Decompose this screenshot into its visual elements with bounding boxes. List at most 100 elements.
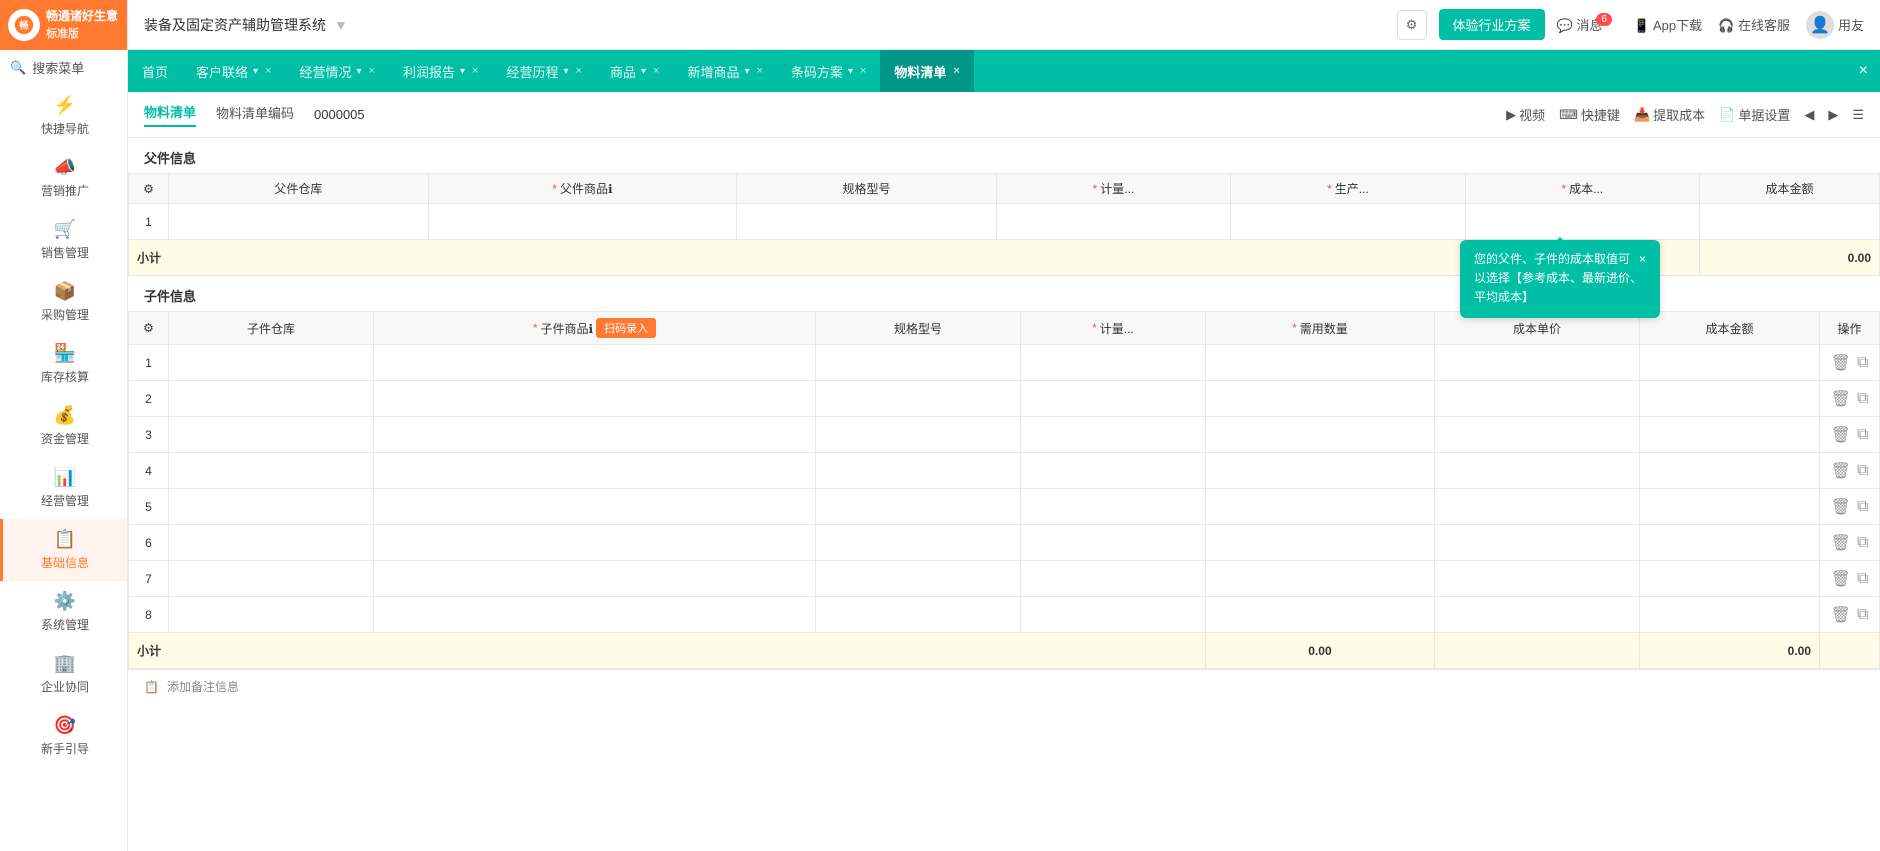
search-menu[interactable]: 🔍 搜索菜单: [0, 50, 127, 85]
child-cell-warehouse[interactable]: [169, 417, 374, 453]
child-cell-cost-amount[interactable]: [1640, 561, 1820, 597]
child-cell-cost-amount[interactable]: [1640, 597, 1820, 633]
delete-icon[interactable]: 🗑: [1831, 425, 1851, 445]
parent-cell-cost-amount[interactable]: [1700, 204, 1880, 240]
child-cell-product[interactable]: [373, 381, 815, 417]
child-cell-warehouse[interactable]: [169, 597, 374, 633]
child-cell-warehouse[interactable]: [169, 345, 374, 381]
child-cell-spec[interactable]: [815, 381, 1020, 417]
sidebar-item-purchase[interactable]: 📦 采购管理: [0, 271, 127, 333]
child-cell-unit[interactable]: [1020, 561, 1205, 597]
tab-close-icon[interactable]: ×: [472, 65, 478, 77]
child-cell-unit-cost[interactable]: [1435, 525, 1640, 561]
tab-close-icon[interactable]: ×: [860, 65, 866, 77]
gear-button[interactable]: ⚙: [1397, 10, 1427, 40]
child-cell-qty[interactable]: [1205, 345, 1434, 381]
child-cell-unit[interactable]: [1020, 525, 1205, 561]
single-settings-btn[interactable]: 📄 单据设置: [1719, 105, 1790, 124]
delete-icon[interactable]: 🗑: [1831, 605, 1851, 625]
sidebar-item-finance[interactable]: 💰 资金管理: [0, 395, 127, 457]
copy-icon[interactable]: ⧉: [1857, 498, 1868, 516]
tab-history[interactable]: 经营历程 ▾ ×: [492, 50, 595, 92]
child-cell-spec[interactable]: [815, 453, 1020, 489]
sidebar-item-enterprise[interactable]: 🏢 企业协同: [0, 643, 127, 705]
sidebar-item-sales[interactable]: 🛒 销售管理: [0, 209, 127, 271]
child-cell-unit-cost[interactable]: [1435, 597, 1640, 633]
tab-close-icon[interactable]: ×: [653, 65, 659, 77]
child-cell-warehouse[interactable]: [169, 453, 374, 489]
child-cell-cost-amount[interactable]: [1640, 345, 1820, 381]
video-btn[interactable]: ▶ 视频: [1506, 105, 1545, 124]
child-cell-warehouse[interactable]: [169, 561, 374, 597]
parent-col-settings[interactable]: ⚙: [129, 174, 169, 204]
child-cell-product[interactable]: [373, 417, 815, 453]
tab-business[interactable]: 经营情况 ▾ ×: [286, 50, 389, 92]
sidebar-item-guide[interactable]: 🎯 新手引导: [0, 705, 127, 767]
sub-nav-bom-code[interactable]: 物料清单编码: [216, 103, 294, 126]
copy-icon[interactable]: ⧉: [1857, 390, 1868, 408]
child-cell-unit[interactable]: [1020, 381, 1205, 417]
child-cell-product[interactable]: [373, 597, 815, 633]
delete-icon[interactable]: 🗑: [1831, 353, 1851, 373]
grid-view-btn[interactable]: ☰: [1852, 107, 1864, 123]
child-cell-unit[interactable]: [1020, 489, 1205, 525]
tab-profit[interactable]: 利润报告 ▾ ×: [389, 50, 492, 92]
sidebar-item-marketing[interactable]: 📣 营销推广: [0, 147, 127, 209]
child-cell-warehouse[interactable]: [169, 525, 374, 561]
tab-bom[interactable]: 物料清单 ×: [880, 50, 973, 92]
tab-barcode[interactable]: 条码方案 ▾ ×: [777, 50, 880, 92]
tab-close-icon[interactable]: ×: [265, 65, 271, 77]
copy-icon[interactable]: ⧉: [1857, 534, 1868, 552]
sidebar-item-system[interactable]: ⚙️ 系统管理: [0, 581, 127, 643]
child-cell-cost-amount[interactable]: [1640, 381, 1820, 417]
child-cell-spec[interactable]: [815, 345, 1020, 381]
child-cell-unit[interactable]: [1020, 345, 1205, 381]
message-btn[interactable]: 💬 消息6: [1557, 15, 1618, 34]
copy-icon[interactable]: ⧉: [1857, 570, 1868, 588]
tab-home[interactable]: 首页: [128, 50, 182, 92]
child-cell-warehouse[interactable]: [169, 489, 374, 525]
child-cell-unit-cost[interactable]: [1435, 417, 1640, 453]
child-cell-unit[interactable]: [1020, 417, 1205, 453]
tab-product[interactable]: 商品 ▾ ×: [596, 50, 673, 92]
online-service-btn[interactable]: 🎧 在线客服: [1718, 15, 1790, 34]
close-all-tabs[interactable]: ×: [1847, 62, 1880, 80]
child-cell-qty[interactable]: [1205, 597, 1434, 633]
user-menu[interactable]: 👤 用友: [1806, 11, 1864, 39]
copy-icon[interactable]: ⧉: [1857, 354, 1868, 372]
child-cell-spec[interactable]: [815, 597, 1020, 633]
child-cell-cost-amount[interactable]: [1640, 417, 1820, 453]
tab-close-icon[interactable]: ×: [953, 65, 959, 77]
scan-btn[interactable]: 扫码录入: [596, 318, 656, 338]
child-cell-spec[interactable]: [815, 489, 1020, 525]
experience-button[interactable]: 体验行业方案: [1439, 9, 1545, 40]
child-cell-unit-cost[interactable]: [1435, 381, 1640, 417]
tab-close-icon[interactable]: ×: [369, 65, 375, 77]
copy-icon[interactable]: ⧉: [1857, 462, 1868, 480]
parent-cell-cost[interactable]: [1465, 204, 1699, 240]
child-cell-unit-cost[interactable]: [1435, 453, 1640, 489]
delete-icon[interactable]: 🗑: [1831, 389, 1851, 409]
child-cell-qty[interactable]: [1205, 381, 1434, 417]
parent-cell-warehouse[interactable]: [169, 204, 429, 240]
child-cell-product[interactable]: [373, 561, 815, 597]
parent-cell-product[interactable]: [428, 204, 736, 240]
tab-close-icon[interactable]: ×: [756, 65, 762, 77]
parent-cell-unit[interactable]: [996, 204, 1230, 240]
child-cell-product[interactable]: [373, 453, 815, 489]
child-cell-qty[interactable]: [1205, 453, 1434, 489]
child-col-settings[interactable]: ⚙: [129, 312, 169, 345]
child-cell-qty[interactable]: [1205, 561, 1434, 597]
tooltip-close-btn[interactable]: ×: [1639, 250, 1646, 269]
tab-customer[interactable]: 客户联络 ▾ ×: [182, 50, 285, 92]
child-cell-qty[interactable]: [1205, 417, 1434, 453]
extract-cost-btn[interactable]: 📥 提取成本: [1634, 105, 1705, 124]
delete-icon[interactable]: 🗑: [1831, 533, 1851, 553]
prev-btn[interactable]: ◀: [1804, 107, 1814, 123]
delete-icon[interactable]: 🗑: [1831, 497, 1851, 517]
child-cell-spec[interactable]: [815, 525, 1020, 561]
child-cell-cost-amount[interactable]: [1640, 525, 1820, 561]
child-cell-warehouse[interactable]: [169, 381, 374, 417]
child-cell-qty[interactable]: [1205, 489, 1434, 525]
shortcut-btn[interactable]: ⌨ 快捷键: [1559, 105, 1620, 124]
